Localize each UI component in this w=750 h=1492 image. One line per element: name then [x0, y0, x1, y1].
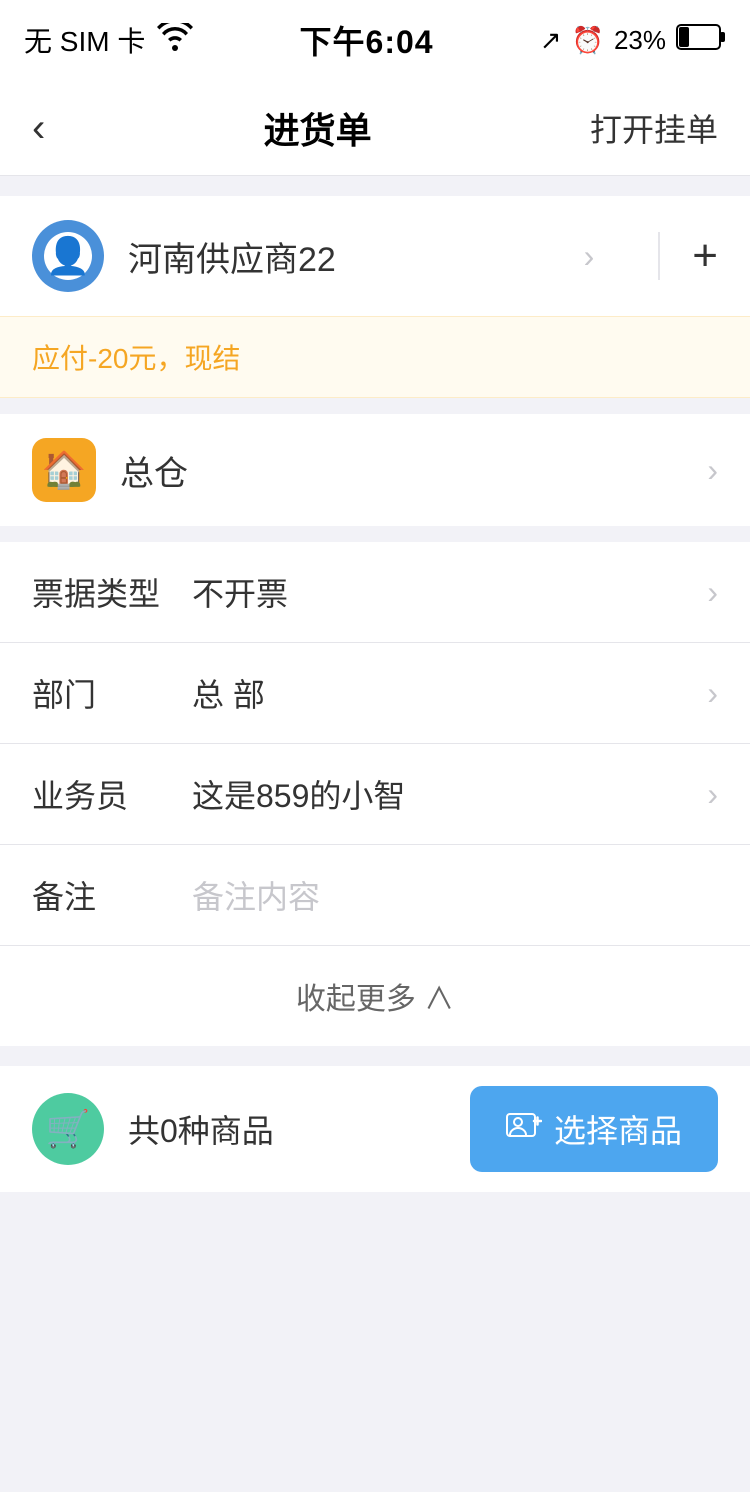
bottom-gap — [0, 1046, 750, 1066]
notice-banner: 应付-20元，现结 — [0, 316, 750, 398]
notice-text: 应付-20元，现结 — [32, 343, 240, 374]
collapse-row[interactable]: 收起更多 ∧ — [0, 946, 750, 1046]
wifi-icon — [157, 23, 193, 58]
select-product-button[interactable]: 选择商品 — [470, 1086, 718, 1172]
gap-3 — [0, 526, 750, 542]
salesman-chevron-icon: › — [707, 776, 718, 813]
remark-row[interactable]: 备注 备注内容 — [0, 845, 750, 945]
department-row[interactable]: 部门 总 部 › — [0, 643, 750, 743]
ticket-type-chevron-icon: › — [707, 574, 718, 611]
status-bar: 无 SIM 卡 下午6:04 ↗ ⏰ 23% — [0, 0, 750, 80]
status-left: 无 SIM 卡 — [24, 20, 193, 60]
warehouse-section: 🏠 总仓 › — [0, 414, 750, 526]
nav-title: 进货单 — [264, 102, 372, 154]
battery-icon — [676, 24, 726, 57]
warehouse-name: 总仓 — [120, 446, 707, 495]
cart-icon: 🛒 — [46, 1108, 91, 1150]
supplier-chevron-icon: › — [584, 238, 595, 275]
warehouse-icon: 🏠 — [42, 449, 87, 491]
warehouse-icon-wrap: 🏠 — [32, 438, 96, 502]
sim-text: 无 SIM 卡 — [24, 20, 145, 60]
gap-2 — [0, 398, 750, 414]
add-supplier-button[interactable]: + — [692, 234, 718, 278]
status-time: 下午6:04 — [300, 17, 434, 63]
select-btn-icon — [506, 1109, 542, 1149]
ticket-type-row[interactable]: 票据类型 不开票 › — [0, 542, 750, 642]
form-section: 票据类型 不开票 › 部门 总 部 › 业务员 这是859的小智 › 备注 备注… — [0, 542, 750, 1046]
nav-bar: ‹ 进货单 打开挂单 — [0, 80, 750, 176]
remark-label: 备注 — [32, 872, 172, 918]
warehouse-row[interactable]: 🏠 总仓 › — [0, 414, 750, 526]
department-chevron-icon: › — [707, 675, 718, 712]
department-label: 部门 — [32, 670, 172, 716]
supplier-avatar: 👤 — [32, 220, 104, 292]
supplier-row[interactable]: 👤 河南供应商22 › + — [0, 196, 750, 316]
supplier-section: 👤 河南供应商22 › + 应付-20元，现结 — [0, 196, 750, 398]
salesman-row[interactable]: 业务员 这是859的小智 › — [0, 744, 750, 844]
back-button[interactable]: ‹ — [32, 108, 45, 148]
select-btn-label: 选择商品 — [554, 1106, 682, 1152]
location-icon: ↗ — [540, 25, 562, 56]
avatar-inner: 👤 — [44, 232, 92, 280]
status-right: ↗ ⏰ 23% — [540, 24, 726, 57]
collapse-label: 收起更多 ∧ — [296, 974, 454, 1018]
supplier-name: 河南供应商22 — [128, 232, 584, 281]
section-gap-1 — [0, 176, 750, 196]
battery-text: 23% — [614, 25, 666, 56]
bottom-bar: 🛒 共0种商品 选择商品 — [0, 1066, 750, 1192]
department-value: 总 部 — [172, 670, 707, 716]
remark-input[interactable]: 备注内容 — [172, 872, 718, 918]
product-count: 共0种商品 — [128, 1106, 446, 1152]
page-rest — [0, 1192, 750, 1492]
salesman-label: 业务员 — [32, 771, 172, 817]
alarm-icon: ⏰ — [572, 25, 604, 56]
supplier-divider — [658, 232, 660, 280]
ticket-type-value: 不开票 — [172, 569, 707, 615]
warehouse-chevron-icon: › — [707, 452, 718, 489]
open-pending-button[interactable]: 打开挂单 — [590, 105, 718, 151]
user-icon: 👤 — [46, 235, 91, 277]
product-icon-wrap: 🛒 — [32, 1093, 104, 1165]
salesman-value: 这是859的小智 — [172, 771, 707, 817]
ticket-type-label: 票据类型 — [32, 569, 172, 615]
